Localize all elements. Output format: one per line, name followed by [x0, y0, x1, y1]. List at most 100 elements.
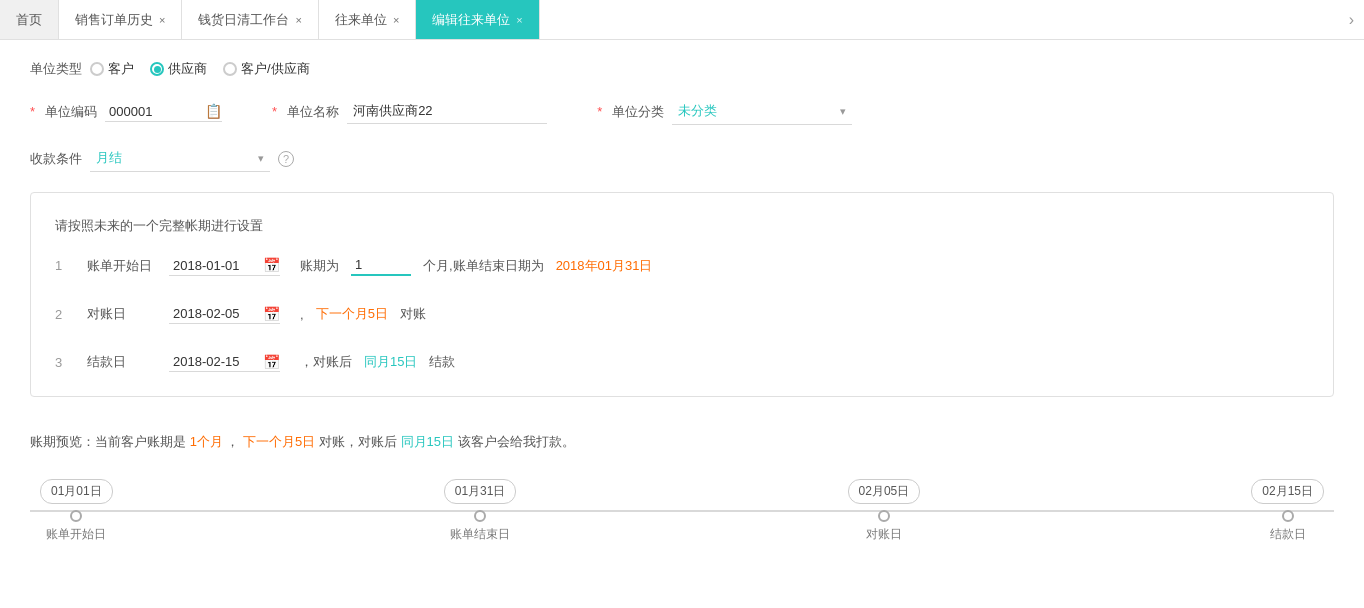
tab-edit-partner-close[interactable]: × — [516, 14, 522, 26]
unit-code-required: * — [30, 104, 35, 119]
tab-home-label: 首页 — [16, 11, 42, 29]
preview-period: 1个月 — [190, 434, 223, 449]
unit-name-field: * 单位名称 — [272, 100, 547, 124]
timeline-label-2: 账单结束日 — [450, 526, 510, 543]
setting-num-2: 2 — [55, 307, 75, 322]
radio-customer-label: 客户 — [108, 60, 134, 78]
period-label: 账期为 — [300, 257, 339, 275]
start-date-input[interactable] — [169, 256, 259, 275]
timeline-date-1: 01月01日 — [40, 479, 113, 504]
payment-condition-label: 收款条件 — [30, 150, 82, 168]
radio-supplier-circle — [150, 62, 164, 76]
payment-condition-row: 收款条件 月结 ▾ ? — [30, 145, 1334, 172]
payment-help-icon[interactable]: ? — [278, 151, 294, 167]
setting-num-1: 1 — [55, 258, 75, 273]
unit-code-input-wrap: 📋 — [105, 102, 222, 122]
tab-more-arrow[interactable]: › — [1339, 0, 1364, 39]
payment-chevron: ▾ — [258, 152, 264, 165]
timeline-dot-2 — [474, 510, 486, 522]
timeline-point-3: 02月05日 对账日 — [848, 479, 921, 543]
recon-date-input[interactable] — [169, 304, 259, 323]
copy-icon[interactable]: 📋 — [205, 103, 222, 119]
timeline-label-4: 结款日 — [1270, 526, 1306, 543]
start-date-wrap: 📅 — [169, 256, 280, 276]
tab-cash-workbench-close[interactable]: × — [295, 14, 301, 26]
tab-sales-history-close[interactable]: × — [159, 14, 165, 26]
setting-label-3: 结款日 — [87, 353, 157, 371]
tab-sales-history[interactable]: 销售订单历史 × — [59, 0, 182, 39]
payment-date-input[interactable] — [169, 352, 259, 371]
payment-condition-select[interactable]: 月结 ▾ — [90, 145, 270, 172]
period-month-label: 个月,账单结束日期为 — [423, 257, 544, 275]
timeline-date-4: 02月15日 — [1251, 479, 1324, 504]
unit-name-input[interactable] — [347, 100, 547, 124]
arrow-right-icon: › — [1349, 11, 1354, 29]
payment-suffix: 结款 — [429, 353, 455, 371]
radio-supplier[interactable]: 供应商 — [150, 60, 207, 78]
unit-info-row: * 单位编码 📋 * 单位名称 * 单位分类 未分类 ▾ — [30, 98, 1334, 125]
preview-section: 账期预览：当前客户账期是 1个月 ， 下一个月5日 对账，对账后 同月15日 该… — [30, 417, 1334, 543]
unit-code-label: 单位编码 — [45, 103, 97, 121]
preview-label: 账期预览：当前客户账期是 — [30, 434, 186, 449]
tab-partner-units-label: 往来单位 — [335, 11, 387, 29]
timeline-points: 01月01日 账单开始日 01月31日 账单结束日 02月05日 对账日 02月… — [40, 479, 1324, 543]
payment-highlight: 同月15日 — [364, 353, 417, 371]
timeline-point-1: 01月01日 账单开始日 — [40, 479, 113, 543]
radio-both[interactable]: 客户/供应商 — [223, 60, 310, 78]
unit-code-field: * 单位编码 📋 — [30, 102, 222, 122]
preview-text: 账期预览：当前客户账期是 1个月 ， 下一个月5日 对账，对账后 同月15日 该… — [30, 433, 1334, 451]
payment-date-cal-icon[interactable]: 📅 — [263, 354, 280, 370]
radio-both-label: 客户/供应商 — [241, 60, 310, 78]
unit-type-radio-group: 客户 供应商 客户/供应商 — [90, 60, 310, 78]
tab-home[interactable]: 首页 — [0, 0, 59, 39]
setting-num-3: 3 — [55, 355, 75, 370]
tab-partner-units-close[interactable]: × — [393, 14, 399, 26]
tab-partner-units[interactable]: 往来单位 × — [319, 0, 416, 39]
payment-condition-field: 收款条件 月结 ▾ ? — [30, 145, 294, 172]
timeline-date-3: 02月05日 — [848, 479, 921, 504]
setting-row-1: 1 账单开始日 📅 账期为 个月,账单结束日期为 2018年01月31日 — [55, 255, 1309, 276]
unit-type-row: 单位类型 客户 供应商 客户/供应商 — [30, 60, 1334, 78]
tab-sales-history-label: 销售订单历史 — [75, 11, 153, 29]
tab-cash-workbench[interactable]: 钱货日清工作台 × — [182, 0, 318, 39]
preview-comma: ， — [226, 434, 239, 449]
unit-type-field: 单位类型 客户 供应商 客户/供应商 — [30, 60, 310, 78]
radio-customer-circle — [90, 62, 104, 76]
tab-edit-partner[interactable]: 编辑往来单位 × — [416, 0, 539, 39]
timeline-label-3: 对账日 — [866, 526, 902, 543]
unit-category-required: * — [597, 104, 602, 119]
start-date-cal-icon[interactable]: 📅 — [263, 257, 280, 273]
tab-bar: 首页 销售订单历史 × 钱货日清工作台 × 往来单位 × 编辑往来单位 × › — [0, 0, 1364, 40]
radio-both-circle — [223, 62, 237, 76]
main-content: 单位类型 客户 供应商 客户/供应商 * 单位编码 — [0, 40, 1364, 608]
radio-supplier-label: 供应商 — [168, 60, 207, 78]
payment-prefix: ，对账后 — [300, 353, 352, 371]
timeline-label-1: 账单开始日 — [46, 526, 106, 543]
unit-category-chevron: ▾ — [840, 105, 846, 118]
unit-name-required: * — [272, 104, 277, 119]
unit-category-select[interactable]: 未分类 ▾ — [672, 98, 852, 125]
recon-date-wrap: 📅 — [169, 304, 280, 324]
timeline-dot-1 — [70, 510, 82, 522]
timeline-point-2: 01月31日 账单结束日 — [444, 479, 517, 543]
unit-name-label: 单位名称 — [287, 103, 339, 121]
unit-category-value: 未分类 — [678, 102, 717, 120]
preview-recon-date: 下一个月5日 — [243, 434, 315, 449]
unit-code-input[interactable] — [105, 102, 205, 121]
preview-end: 该客户会给我打款。 — [458, 434, 575, 449]
recon-highlight: 下一个月5日 — [316, 305, 388, 323]
unit-category-label: 单位分类 — [612, 103, 664, 121]
unit-type-label: 单位类型 — [30, 60, 82, 78]
setting-row-2: 2 对账日 📅 , 下一个月5日 对账 — [55, 304, 1309, 324]
tab-cash-workbench-label: 钱货日清工作台 — [198, 11, 289, 29]
unit-category-field: * 单位分类 未分类 ▾ — [597, 98, 852, 125]
radio-customer[interactable]: 客户 — [90, 60, 134, 78]
settings-card: 请按照未来的一个完整帐期进行设置 1 账单开始日 📅 账期为 个月,账单结束日期… — [30, 192, 1334, 397]
setting-label-1: 账单开始日 — [87, 257, 157, 275]
recon-date-cal-icon[interactable]: 📅 — [263, 306, 280, 322]
recon-prefix: , — [300, 307, 304, 322]
timeline: 01月01日 账单开始日 01月31日 账单结束日 02月05日 对账日 02月… — [30, 479, 1334, 543]
period-value-input[interactable] — [351, 255, 411, 276]
payment-condition-value: 月结 — [96, 149, 122, 167]
timeline-point-4: 02月15日 结款日 — [1251, 479, 1324, 543]
